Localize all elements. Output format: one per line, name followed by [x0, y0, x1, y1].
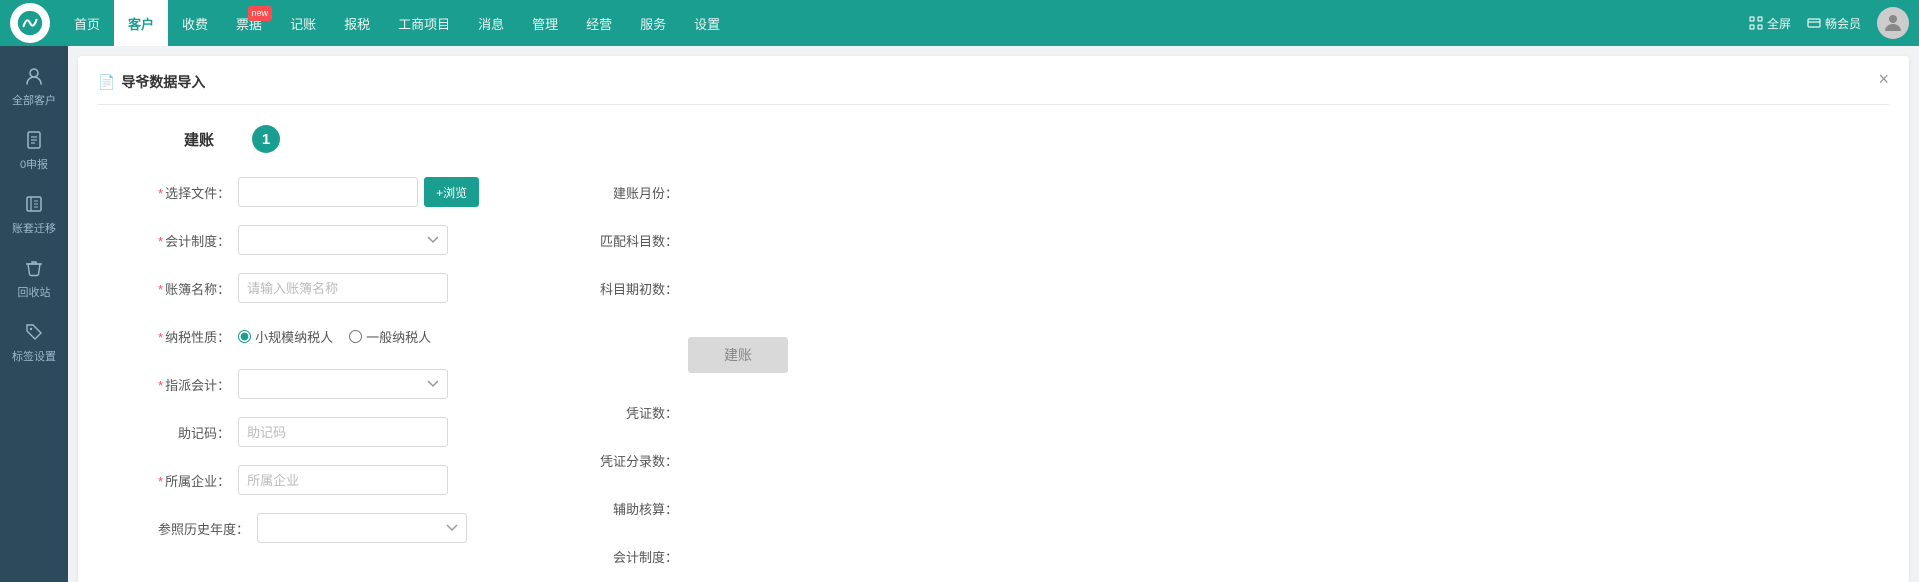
sidebar-item-migrate[interactable]: 账套迁移 [0, 182, 68, 246]
nav-invoice[interactable]: 票据 new [222, 0, 276, 46]
file-icon [22, 128, 46, 152]
accounting-system-select[interactable] [238, 225, 448, 255]
form-section: 选择文件： +浏览 会计制度： [98, 177, 1889, 571]
sidebar: 全部客户 0申报 账套迁移 回收站 标签设置 [0, 46, 68, 582]
fullscreen-btn[interactable]: 全屏 [1749, 15, 1791, 32]
select-file-label: 选择文件： [158, 183, 230, 202]
match-subject-label: 匹配科目数： [598, 231, 678, 250]
avatar[interactable] [1877, 7, 1909, 39]
panel-title: 导爷数据导入 [121, 72, 205, 92]
memo-code-label: 助记码： [158, 423, 230, 442]
account-name-label: 账簿名称： [158, 279, 230, 298]
account-month-label: 建账月份： [598, 183, 678, 202]
radio-small-taxpayer[interactable]: 小规模纳税人 [238, 327, 333, 346]
ref-year-row: 参照历史年度： [158, 513, 538, 543]
step-circle: 1 [252, 125, 280, 153]
affiliated-company-label: 所属企业： [158, 471, 230, 490]
nav-manage[interactable]: 管理 [518, 0, 572, 46]
voucher-entries-row: 凭证分录数： [598, 445, 878, 475]
accounting-system-label: 会计制度： [158, 231, 230, 250]
right-accounting-system-label: 会计制度： [598, 547, 678, 566]
user-icon [22, 64, 46, 88]
main-panel: 📄 导爷数据导入 × 建账 1 选择文件： [78, 56, 1909, 582]
book-icon [22, 192, 46, 216]
voucher-count-row: 凭证数： [598, 397, 878, 427]
nav-invoice-badge: new [248, 6, 273, 21]
nav-menu: 首页 客户 收费 票据 new 记账 报税 工商项目 消息 管理 经营 服务 设… [60, 0, 1749, 46]
aux-accounting-label: 辅助核算： [598, 499, 678, 518]
affiliated-company-row: 所属企业： [158, 465, 538, 495]
nav-home[interactable]: 首页 [60, 0, 114, 46]
member-btn[interactable]: 畅会员 [1807, 15, 1861, 32]
close-button[interactable]: × [1878, 70, 1889, 88]
voucher-count-label: 凭证数： [598, 403, 678, 422]
file-input-wrap: +浏览 [238, 177, 479, 207]
assign-accountant-row: 指派会计： [158, 369, 538, 399]
sidebar-item-zero-declare[interactable]: 0申报 [0, 118, 68, 182]
tax-nature-row: 纳税性质： 小规模纳税人 一般纳税人 [158, 321, 538, 351]
app-logo[interactable] [10, 3, 50, 43]
nav-settings[interactable]: 设置 [680, 0, 734, 46]
nav-business[interactable]: 工商项目 [384, 0, 464, 46]
trash-icon [22, 256, 46, 280]
subject-period-row: 科目期初数： [598, 273, 878, 303]
match-subject-row: 匹配科目数： [598, 225, 878, 255]
select-file-row: 选择文件： +浏览 [158, 177, 538, 207]
sidebar-item-tag-settings[interactable]: 标签设置 [0, 310, 68, 374]
create-account-button[interactable]: 建账 [688, 337, 788, 373]
memo-code-row: 助记码： [158, 417, 538, 447]
voucher-entries-label: 凭证分录数： [598, 451, 678, 470]
right-accounting-system-row: 会计制度： [598, 541, 878, 571]
navbar-right: 全屏 畅会员 [1749, 7, 1909, 39]
panel-header-icon: 📄 [98, 74, 115, 91]
ref-year-select[interactable] [257, 513, 467, 543]
nav-tax[interactable]: 报税 [330, 0, 384, 46]
nav-message[interactable]: 消息 [464, 0, 518, 46]
accounting-system-row: 会计制度： [158, 225, 538, 255]
assign-accountant-label: 指派会计： [158, 375, 230, 394]
nav-customer[interactable]: 客户 [114, 0, 168, 46]
account-name-input[interactable] [238, 273, 448, 303]
step-label: 建账 [184, 129, 214, 150]
ref-year-label: 参照历史年度： [158, 519, 249, 538]
form-left: 选择文件： +浏览 会计制度： [158, 177, 538, 571]
tax-nature-label: 纳税性质： [158, 327, 230, 346]
memo-code-input[interactable] [238, 417, 448, 447]
affiliated-company-input[interactable] [238, 465, 448, 495]
subject-period-label: 科目期初数： [598, 279, 678, 298]
sidebar-item-recycle[interactable]: 回收站 [0, 246, 68, 310]
navbar: 首页 客户 收费 票据 new 记账 报税 工商项目 消息 管理 经营 服务 设… [0, 0, 1919, 46]
panel-header: 📄 导爷数据导入 [98, 72, 1889, 105]
browse-button[interactable]: +浏览 [424, 177, 479, 207]
account-month-row: 建账月份： [598, 177, 878, 207]
form-right: 建账月份： 匹配科目数： 科目期初数： 建账 [598, 177, 878, 571]
nav-service[interactable]: 服务 [626, 0, 680, 46]
content-area: 📄 导爷数据导入 × 建账 1 选择文件： [68, 46, 1919, 582]
assign-accountant-select[interactable] [238, 369, 448, 399]
file-input[interactable] [238, 177, 418, 207]
aux-accounting-row: 辅助核算： [598, 493, 878, 523]
nav-bookkeeping[interactable]: 记账 [276, 0, 330, 46]
step-area: 建账 1 [98, 125, 1889, 153]
nav-fee[interactable]: 收费 [168, 0, 222, 46]
main-layout: 全部客户 0申报 账套迁移 回收站 标签设置 [0, 46, 1919, 582]
tag-icon [22, 320, 46, 344]
account-name-row: 账簿名称： [158, 273, 538, 303]
sidebar-item-all-customers[interactable]: 全部客户 [0, 54, 68, 118]
tax-nature-radio-group: 小规模纳税人 一般纳税人 [238, 327, 431, 346]
radio-general-taxpayer[interactable]: 一般纳税人 [349, 327, 431, 346]
nav-operate[interactable]: 经营 [572, 0, 626, 46]
